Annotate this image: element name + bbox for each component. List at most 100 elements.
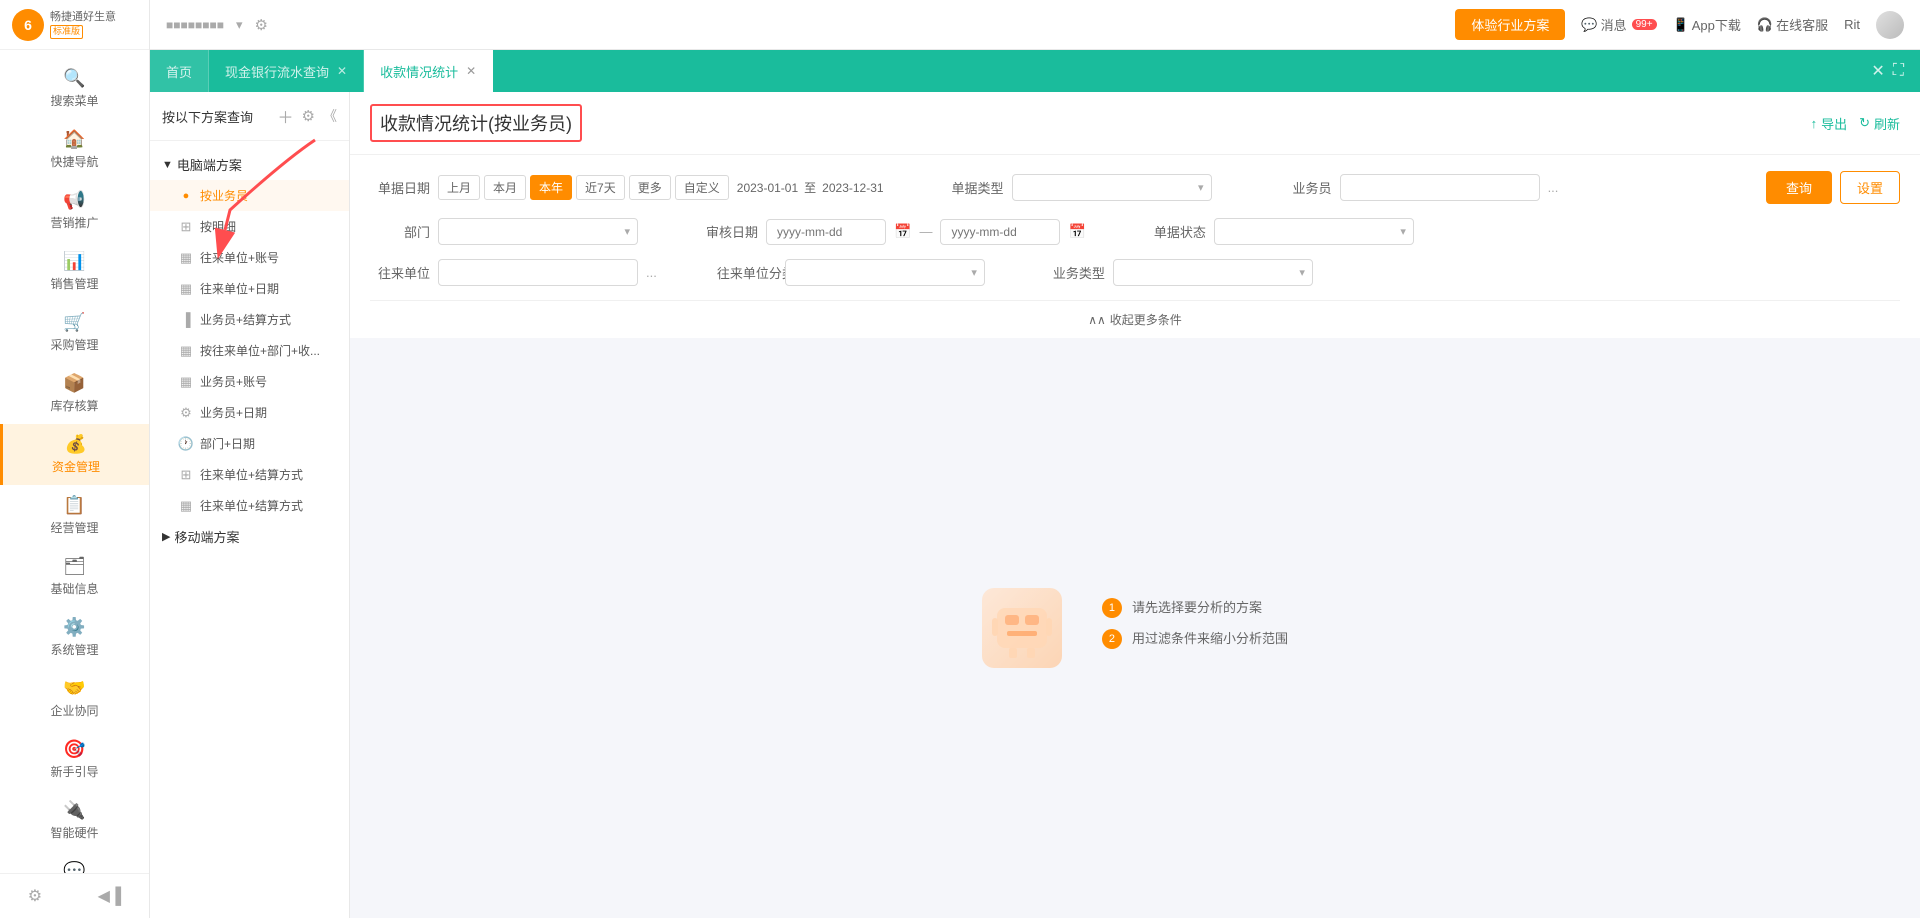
empty-steps: 1 请先选择要分析的方案 2 用过滤条件来缩小分析范围 (1102, 597, 1288, 659)
salesperson-more-btn[interactable]: ... (1548, 180, 1559, 195)
date-tab-custom[interactable]: 自定义 (675, 175, 729, 200)
query-btn[interactable]: 查询 (1766, 171, 1832, 204)
calendar-to-icon[interactable]: 📅 (1068, 223, 1085, 240)
left-panel: 按以下方案查询 ＋ ⚙ 《 ▼ 电脑端方案 (150, 92, 350, 918)
scheme-item-salesperson[interactable]: ● 按业务员 (150, 180, 349, 211)
partner-more-btn[interactable]: ... (646, 265, 657, 280)
inventory-icon: 📦 (63, 373, 85, 394)
scheme-item-salesperson-date[interactable]: ⚙ 业务员+日期 (150, 397, 349, 428)
doc-status-select[interactable] (1214, 218, 1414, 245)
date-tab-more[interactable]: 更多 (629, 175, 671, 200)
scheme-item-unit-payment1[interactable]: ⊞ 往来单位+结算方式 (150, 459, 349, 490)
sidebar-item-wechat[interactable]: 💬 企业微信 (0, 851, 149, 873)
sidebar-item-search[interactable]: 🔍 搜索菜单 (0, 58, 149, 119)
sidebar-item-guide[interactable]: 🎯 新手引导 (0, 729, 149, 790)
audit-from-input[interactable] (766, 219, 886, 245)
scheme-item-dept-date[interactable]: 🕐 部门+日期 (150, 428, 349, 459)
message-btn[interactable]: 💬 消息 99+ (1581, 15, 1656, 34)
avatar[interactable] (1876, 11, 1904, 39)
sidebar-item-hardware[interactable]: 🔌 智能硬件 (0, 790, 149, 851)
app-logo: 6 畅捷通好生意 标准版 (0, 0, 149, 50)
calendar-from-icon[interactable]: 📅 (894, 223, 911, 240)
partner-category-select[interactable] (785, 259, 985, 286)
tab-bank[interactable]: 现金银行流水查询 ✕ (209, 50, 364, 92)
dept-select[interactable] (438, 218, 638, 245)
sidebar-item-basic[interactable]: 🗂 基础信息 (0, 546, 149, 607)
nav-label: 采购管理 (50, 336, 98, 353)
date-tab-last-month[interactable]: 上月 (438, 175, 480, 200)
filter-buttons: 查询 设置 (1766, 171, 1900, 204)
biz-type-select[interactable] (1113, 259, 1313, 286)
sidebar-item-operations[interactable]: 📋 经营管理 (0, 485, 149, 546)
empty-area: 1 请先选择要分析的方案 2 用过滤条件来缩小分析范围 (350, 338, 1920, 918)
sidebar-item-enterprise[interactable]: 🤝 企业协同 (0, 668, 149, 729)
dropdown-arrow-icon[interactable]: ▾ (236, 17, 243, 33)
doc-type-select-wrap (1012, 174, 1212, 201)
scheme-group-mobile-header[interactable]: ▶ 移动端方案 (150, 521, 349, 552)
refresh-btn[interactable]: ↻ 刷新 (1859, 114, 1900, 133)
user-name[interactable]: Rit (1844, 17, 1860, 32)
scheme-item-unit-payment2[interactable]: ▦ 往来单位+结算方式 (150, 490, 349, 521)
table5-icon: ▦ (178, 498, 194, 514)
filter-row-2: 部门 审核日期 📅 — 📅 (370, 218, 1900, 245)
app-download-btn[interactable]: 📱 App下载 (1673, 15, 1741, 34)
date-tab-7days[interactable]: 近7天 (576, 175, 625, 200)
date-tab-this-month[interactable]: 本月 (484, 175, 526, 200)
right-content: 收款情况统计(按业务员) ↑ 导出 ↻ 刷新 (350, 92, 1920, 918)
tab-close-all-icon[interactable]: ✕ (1871, 61, 1884, 81)
collapse-icon[interactable]: ◀▐ (98, 886, 122, 906)
partner-category-select-wrap (785, 259, 985, 286)
sidebar-item-inventory[interactable]: 📦 库存核算 (0, 363, 149, 424)
gear2-icon: ⚙ (178, 405, 194, 421)
nav-label: 新手引导 (50, 763, 98, 780)
scheme-item-unit-date[interactable]: ▦ 往来单位+日期 (150, 273, 349, 304)
filter-row-3: 往来单位 ... 往来单位分类 业务类型 (370, 259, 1900, 286)
tab-receipt-close[interactable]: ✕ (466, 64, 476, 78)
sidebar-item-quicknav[interactable]: 🏠 快捷导航 (0, 119, 149, 180)
set-btn[interactable]: 设置 (1840, 171, 1900, 204)
scheme-item-unit-account[interactable]: ▦ 往来单位+账号 (150, 242, 349, 273)
scheme-item-salesperson-payment[interactable]: ▐ 业务员+结算方式 (150, 304, 349, 335)
chart-icon: ▐ (178, 312, 194, 327)
trial-btn[interactable]: 体验行业方案 (1455, 9, 1565, 40)
nav-label: 营销推广 (50, 214, 98, 231)
collapse-panel-icon[interactable]: 《 (323, 106, 337, 126)
grid-icon: ⊞ (178, 219, 194, 235)
sidebar-item-system[interactable]: ⚙️ 系统管理 (0, 607, 149, 668)
filter-area: 单据日期 上月 本月 本年 近7天 更多 自定义 2023-01-01 (350, 155, 1920, 338)
date-tab-this-year[interactable]: 本年 (530, 175, 572, 200)
sidebar-item-finance[interactable]: 💰 资金管理 (0, 424, 149, 485)
settings-header-icon[interactable]: ⚙ (255, 16, 268, 34)
scheme-item-salesperson-account[interactable]: ▦ 业务员+账号 (150, 366, 349, 397)
tab-bank-close[interactable]: ✕ (337, 64, 347, 78)
sidebar-item-sales[interactable]: 📊 销售管理 (0, 241, 149, 302)
empty-step-1: 1 请先选择要分析的方案 (1102, 597, 1288, 618)
scheme-group-desktop-header[interactable]: ▼ 电脑端方案 (150, 149, 349, 180)
audit-to-input[interactable] (940, 219, 1060, 245)
settings-icon[interactable]: ⚙ (28, 886, 42, 906)
search-icon: 🔍 (63, 68, 85, 89)
scheme-group-mobile: ▶ 移动端方案 (150, 521, 349, 552)
filter-partner-item: 往来单位 ... (370, 259, 657, 286)
collapse-bar[interactable]: ∧∧ 收起更多条件 (370, 300, 1900, 338)
header-icon-group: 💬 消息 99+ 📱 App下载 🎧 在线客服 Rit (1581, 11, 1904, 39)
message-icon: 💬 (1581, 17, 1597, 33)
scheme-item-detail[interactable]: ⊞ 按明细 (150, 211, 349, 242)
export-btn[interactable]: ↑ 导出 (1811, 114, 1848, 133)
filter-doc-type-item: 单据类型 (944, 174, 1212, 201)
nav-label: 系统管理 (50, 641, 98, 658)
scheme-settings-icon[interactable]: ⚙ (302, 107, 315, 125)
partner-input[interactable] (438, 259, 638, 286)
active-scheme-icon: ● (178, 190, 194, 202)
tab-receipt[interactable]: 收款情况统计 ✕ (364, 50, 493, 92)
sidebar-item-purchase[interactable]: 🛒 采购管理 (0, 302, 149, 363)
tab-expand-icon[interactable]: ⛶ (1893, 62, 1904, 80)
add-scheme-icon[interactable]: ＋ (278, 104, 294, 128)
scheme-item-unit-dept[interactable]: ▦ 按往来单位+部门+收... (150, 335, 349, 366)
sidebar-item-marketing[interactable]: 📢 营销推广 (0, 180, 149, 241)
doc-type-select[interactable] (1012, 174, 1212, 201)
tab-home[interactable]: 首页 (150, 50, 209, 92)
online-service-btn[interactable]: 🎧 在线客服 (1757, 15, 1828, 34)
home-icon: 🏠 (63, 129, 85, 150)
salesperson-input[interactable] (1340, 174, 1540, 201)
